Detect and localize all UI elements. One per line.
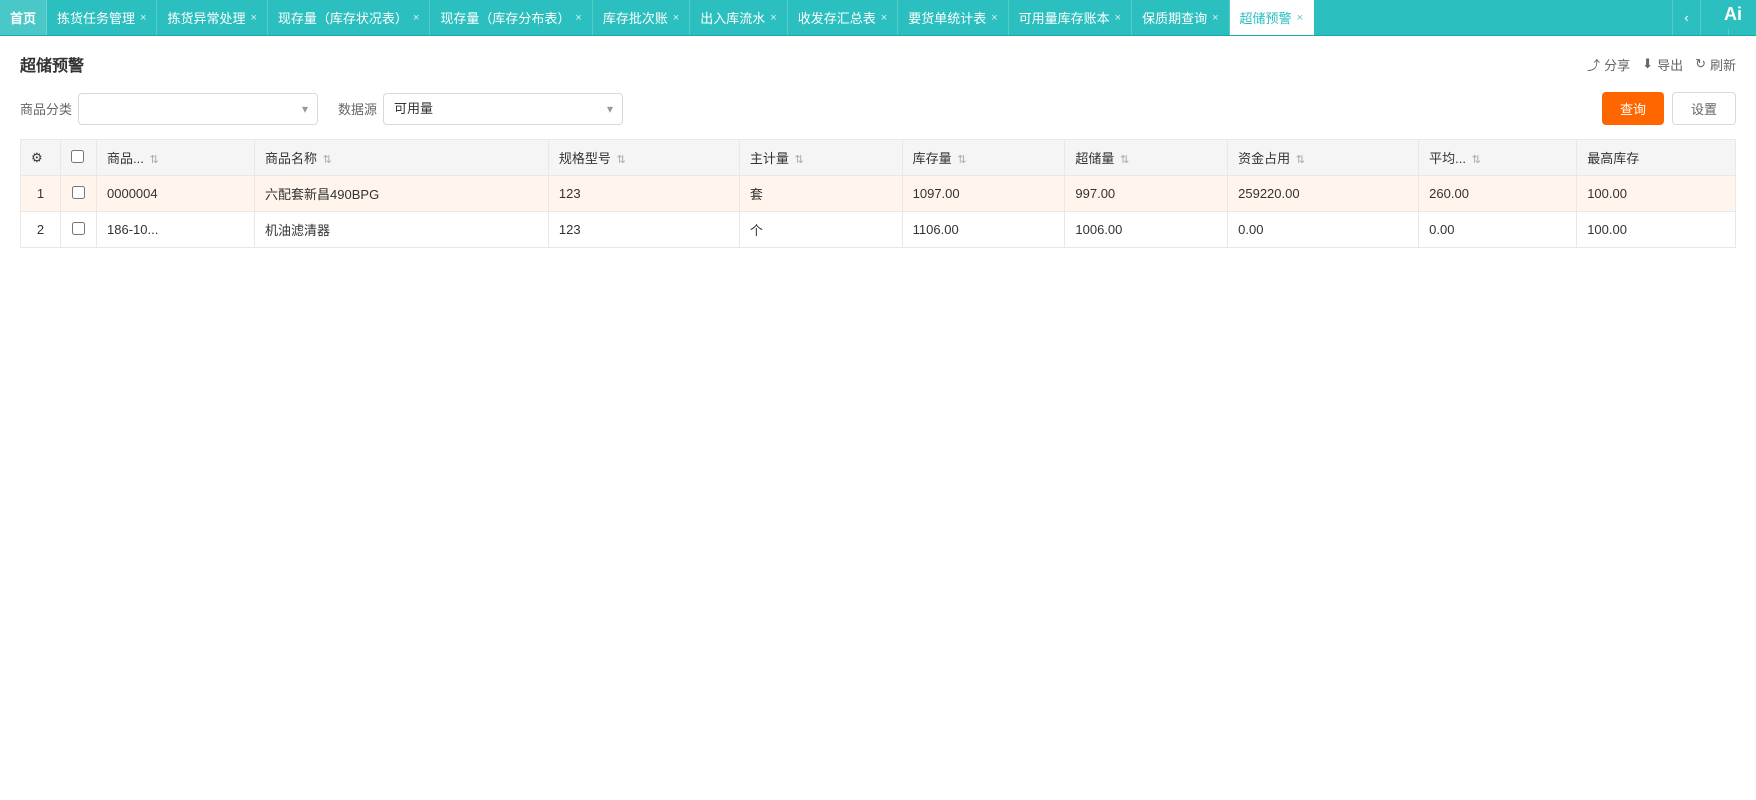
col-avg[interactable]: 平均... ⇅ [1419, 140, 1577, 176]
select-all-checkbox[interactable] [71, 150, 84, 163]
row-overstock-1: 997.00 [1065, 176, 1228, 212]
nav-item-4[interactable]: 现存量（库存分布表） × [430, 0, 592, 35]
row-select-1[interactable] [72, 186, 85, 199]
close-icon-4[interactable]: × [575, 12, 581, 24]
row-num-2: 2 [21, 212, 61, 248]
sort-icon-spec: ⇅ [617, 154, 626, 166]
row-capital-2: 0.00 [1228, 212, 1419, 248]
datasource-label: 数据源 [338, 99, 377, 118]
table-body: 1 0000004 六配套新昌490BPG 123 套 1097.00 997.… [21, 176, 1736, 248]
table-row: 1 0000004 六配套新昌490BPG 123 套 1097.00 997.… [21, 176, 1736, 212]
close-icon-11[interactable]: × [1297, 12, 1303, 24]
sort-icon-capital: ⇅ [1296, 154, 1305, 166]
sort-icon-code: ⇅ [149, 154, 158, 166]
row-name-2: 机油滤清器 [255, 212, 549, 248]
row-num-1: 1 [21, 176, 61, 212]
nav-item-3[interactable]: 现存量（库存状况表） × [268, 0, 430, 35]
nav-item-8[interactable]: 要货单统计表 × [898, 0, 1008, 35]
export-button[interactable]: ⬇ 导出 [1642, 55, 1683, 74]
col-product-code[interactable]: 商品... ⇅ [97, 140, 255, 176]
filter-actions: 查询 设置 [1602, 92, 1736, 125]
nav-item-7[interactable]: 收发存汇总表 × [788, 0, 898, 35]
nav-home[interactable]: 首页 [0, 0, 47, 35]
datasource-select[interactable]: 可用量 [383, 93, 623, 125]
nav-item-5[interactable]: 库存批次账 × [593, 0, 690, 35]
datasource-select-wrapper: 可用量 [383, 93, 623, 125]
close-icon-10[interactable]: × [1212, 12, 1218, 24]
refresh-icon: ↻ [1695, 56, 1706, 72]
close-icon-9[interactable]: × [1115, 12, 1121, 24]
row-code-2: 186-10... [97, 212, 255, 248]
row-unit-2: 个 [739, 212, 902, 248]
settings-button[interactable]: 设置 [1672, 92, 1736, 125]
row-code-1: 0000004 [97, 176, 255, 212]
col-spec[interactable]: 规格型号 ⇅ [548, 140, 739, 176]
close-icon-2[interactable]: × [250, 12, 256, 24]
col-max-stock[interactable]: 最高库存 [1577, 140, 1736, 176]
category-select[interactable] [78, 93, 318, 125]
sort-icon-avg: ⇅ [1472, 154, 1481, 166]
ai-badge: Ai [1710, 0, 1756, 29]
nav-item-6[interactable]: 出入库流水 × [690, 0, 787, 35]
sort-icon-overstock: ⇅ [1120, 154, 1129, 166]
row-maxstock-2: 100.00 [1577, 212, 1736, 248]
sort-icon-stock: ⇅ [957, 154, 966, 166]
close-icon-6[interactable]: × [770, 12, 776, 24]
header-actions: ⤴ 分享 ⬇ 导出 ↻ 刷新 [1587, 55, 1736, 74]
close-icon-3[interactable]: × [413, 12, 419, 24]
col-unit[interactable]: 主计量 ⇅ [739, 140, 902, 176]
row-spec-1: 123 [548, 176, 739, 212]
row-select-2[interactable] [72, 222, 85, 235]
row-avg-2: 0.00 [1419, 212, 1577, 248]
nav-item-9[interactable]: 可用量库存账本 × [1009, 0, 1132, 35]
top-nav: 首页 拣货任务管理 × 拣货异常处理 × 现存量（库存状况表） × 现存量（库存… [0, 0, 1756, 36]
nav-item-2[interactable]: 拣货异常处理 × [157, 0, 267, 35]
sort-icon-unit: ⇅ [795, 154, 804, 166]
category-filter-group: 商品分类 [20, 93, 318, 125]
share-icon: ⤴ [1587, 55, 1600, 74]
nav-item-11[interactable]: 超储预警 × [1230, 0, 1314, 35]
row-unit-1: 套 [739, 176, 902, 212]
gear-icon: ⚙ [31, 150, 43, 165]
page-title: 超储预警 [20, 52, 84, 76]
row-stock-1: 1097.00 [902, 176, 1065, 212]
nav-item-1[interactable]: 拣货任务管理 × [47, 0, 157, 35]
refresh-button[interactable]: ↻ 刷新 [1695, 55, 1736, 74]
row-maxstock-1: 100.00 [1577, 176, 1736, 212]
datasource-filter-group: 数据源 可用量 [338, 93, 623, 125]
col-capital[interactable]: 资金占用 ⇅ [1228, 140, 1419, 176]
close-icon-5[interactable]: × [673, 12, 679, 24]
filter-row: 商品分类 数据源 可用量 查询 设置 [20, 92, 1736, 125]
category-label: 商品分类 [20, 99, 72, 118]
main-content: 超储预警 ⤴ 分享 ⬇ 导出 ↻ 刷新 商品分类 [0, 36, 1756, 800]
row-checkbox-1[interactable] [61, 176, 97, 212]
col-stock[interactable]: 库存量 ⇅ [902, 140, 1065, 176]
data-table: ⚙ 商品... ⇅ 商品名称 ⇅ 规格型号 ⇅ 主计量 [20, 139, 1736, 248]
gear-header[interactable]: ⚙ [21, 140, 61, 176]
row-spec-2: 123 [548, 212, 739, 248]
row-avg-1: 260.00 [1419, 176, 1577, 212]
close-icon-7[interactable]: × [881, 12, 887, 24]
query-button[interactable]: 查询 [1602, 92, 1664, 125]
col-over-stock[interactable]: 超储量 ⇅ [1065, 140, 1228, 176]
nav-prev-button[interactable]: ‹ [1672, 0, 1700, 36]
close-icon-8[interactable]: × [991, 12, 997, 24]
row-capital-1: 259220.00 [1228, 176, 1419, 212]
export-icon: ⬇ [1642, 56, 1653, 72]
row-checkbox-2[interactable] [61, 212, 97, 248]
row-stock-2: 1106.00 [902, 212, 1065, 248]
share-button[interactable]: ⤴ 分享 [1587, 55, 1630, 74]
page-header: 超储预警 ⤴ 分享 ⬇ 导出 ↻ 刷新 [20, 52, 1736, 76]
table-row: 2 186-10... 机油滤清器 123 个 1106.00 1006.00 … [21, 212, 1736, 248]
sort-icon-name: ⇅ [323, 154, 332, 166]
checkbox-header[interactable] [61, 140, 97, 176]
col-product-name[interactable]: 商品名称 ⇅ [255, 140, 549, 176]
close-icon-1[interactable]: × [140, 12, 146, 24]
table-header-row: ⚙ 商品... ⇅ 商品名称 ⇅ 规格型号 ⇅ 主计量 [21, 140, 1736, 176]
row-name-1: 六配套新昌490BPG [255, 176, 549, 212]
category-select-wrapper [78, 93, 318, 125]
nav-item-10[interactable]: 保质期查询 × [1132, 0, 1229, 35]
row-overstock-2: 1006.00 [1065, 212, 1228, 248]
